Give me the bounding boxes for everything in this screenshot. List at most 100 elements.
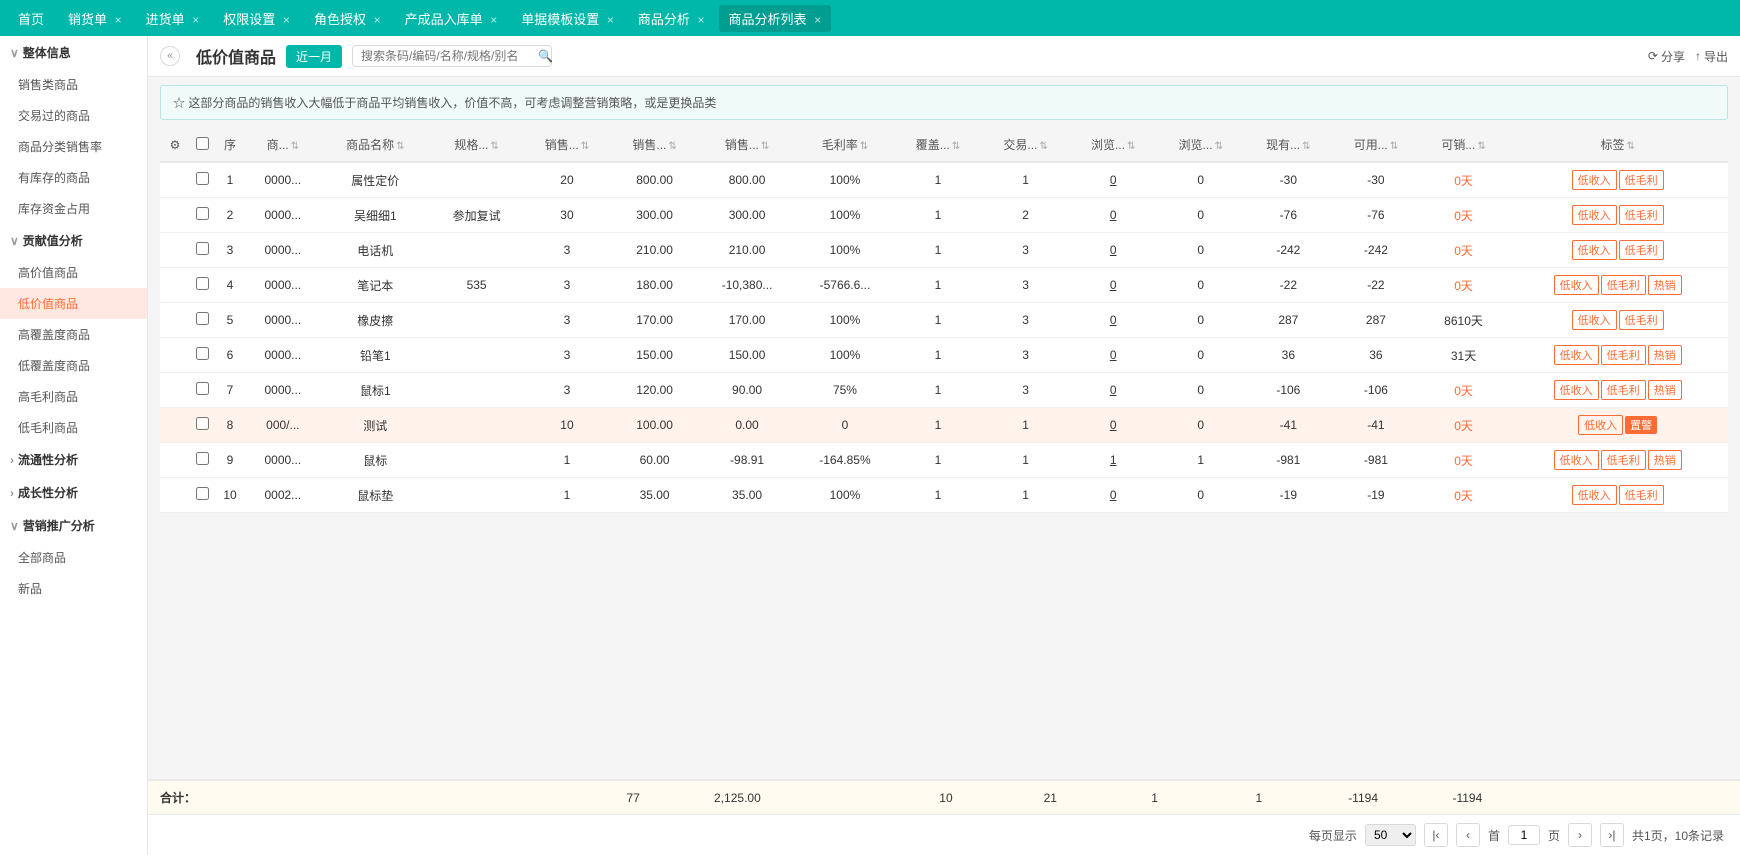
sidebar-item-low-margin[interactable]: 低毛利商品 xyxy=(0,412,147,443)
sidebar-item-new-goods[interactable]: 新品 xyxy=(0,573,147,604)
td-browse1[interactable]: 0 xyxy=(1069,303,1157,338)
th-sellable[interactable]: 可销...⇅ xyxy=(1420,128,1508,162)
browse-link[interactable]: 0 xyxy=(1110,488,1117,502)
close-icon[interactable]: × xyxy=(490,13,497,27)
td-checkbox[interactable] xyxy=(190,373,215,408)
search-input[interactable] xyxy=(352,45,552,67)
page-size-select[interactable]: 50 100 xyxy=(1365,824,1416,846)
sidebar-collapse-button[interactable]: « xyxy=(160,46,180,66)
row-checkbox[interactable] xyxy=(196,382,209,395)
th-sale1[interactable]: 销售...⇅ xyxy=(523,128,611,162)
sidebar-item-low-value[interactable]: 低价值商品 xyxy=(0,288,147,319)
td-checkbox[interactable] xyxy=(190,408,215,443)
close-icon[interactable]: × xyxy=(697,13,704,27)
sidebar-group-flow[interactable]: › 流通性分析 xyxy=(0,443,147,476)
browse-link[interactable]: 0 xyxy=(1110,243,1117,257)
row-checkbox[interactable] xyxy=(196,347,209,360)
sidebar-item-high-value[interactable]: 高价值商品 xyxy=(0,257,147,288)
page-number-input[interactable] xyxy=(1508,825,1540,845)
sidebar-item-high-margin[interactable]: 高毛利商品 xyxy=(0,381,147,412)
sidebar-group-contribution[interactable]: ∨ 贡献值分析 xyxy=(0,224,147,257)
th-current[interactable]: 现有...⇅ xyxy=(1245,128,1333,162)
td-browse1[interactable]: 0 xyxy=(1069,408,1157,443)
nav-product-analysis-list[interactable]: 商品分析列表 × xyxy=(719,5,832,32)
date-filter-button[interactable]: 近一月 xyxy=(286,45,342,68)
row-checkbox[interactable] xyxy=(196,207,209,220)
close-icon[interactable]: × xyxy=(115,13,122,27)
row-checkbox[interactable] xyxy=(196,452,209,465)
sidebar-group-growth[interactable]: › 成长性分析 xyxy=(0,476,147,509)
td-browse1[interactable]: 0 xyxy=(1069,162,1157,198)
td-checkbox[interactable] xyxy=(190,268,215,303)
th-settings[interactable]: ⚙ xyxy=(160,128,190,162)
sidebar-item-category-sales-rate[interactable]: 商品分类销售率 xyxy=(0,131,147,162)
td-browse1[interactable]: 1 xyxy=(1069,443,1157,478)
th-sale2[interactable]: 销售...⇅ xyxy=(611,128,699,162)
th-sale3[interactable]: 销售...⇅ xyxy=(698,128,795,162)
nav-template[interactable]: 单据模板设置 × xyxy=(511,5,624,32)
td-checkbox[interactable] xyxy=(190,478,215,513)
sidebar-item-low-coverage[interactable]: 低覆盖度商品 xyxy=(0,350,147,381)
nav-purchase[interactable]: 进货单 × xyxy=(136,5,210,32)
nav-product-storage[interactable]: 产成品入库单 × xyxy=(395,5,508,32)
row-checkbox[interactable] xyxy=(196,172,209,185)
browse-link[interactable]: 0 xyxy=(1110,418,1117,432)
sidebar-group-marketing[interactable]: ∨ 营销推广分析 xyxy=(0,509,147,542)
close-icon[interactable]: × xyxy=(192,13,199,27)
th-spec[interactable]: 规格...⇅ xyxy=(430,128,523,162)
th-browse1[interactable]: 浏览...⇅ xyxy=(1069,128,1157,162)
row-checkbox[interactable] xyxy=(196,487,209,500)
select-all-checkbox[interactable] xyxy=(196,137,209,150)
prev-page-button[interactable]: ‹ xyxy=(1456,823,1480,847)
row-checkbox[interactable] xyxy=(196,312,209,325)
td-browse1[interactable]: 0 xyxy=(1069,198,1157,233)
th-code[interactable]: 商...⇅ xyxy=(245,128,321,162)
search-icon[interactable]: 🔍 xyxy=(538,49,553,63)
close-icon[interactable]: × xyxy=(814,13,821,27)
nav-home[interactable]: 首页 xyxy=(8,5,54,32)
table-area[interactable]: ⚙ 序 商...⇅ 商品名称⇅ 规格...⇅ 销售...⇅ 销售...⇅ 销售.… xyxy=(148,128,1740,779)
nav-permission[interactable]: 权限设置 × xyxy=(213,5,300,32)
sidebar-group-overall[interactable]: ∨ 整体信息 xyxy=(0,36,147,69)
export-button[interactable]: ↑ 导出 xyxy=(1695,48,1728,65)
browse-link[interactable]: 1 xyxy=(1110,453,1117,467)
th-avail[interactable]: 可用...⇅ xyxy=(1332,128,1420,162)
td-browse1[interactable]: 0 xyxy=(1069,268,1157,303)
share-button[interactable]: ⟳ 分享 xyxy=(1648,48,1685,65)
td-checkbox[interactable] xyxy=(190,338,215,373)
th-name[interactable]: 商品名称⇅ xyxy=(321,128,430,162)
next-page-button[interactable]: › xyxy=(1568,823,1592,847)
td-checkbox[interactable] xyxy=(190,198,215,233)
sidebar-item-all-goods[interactable]: 全部商品 xyxy=(0,542,147,573)
row-checkbox[interactable] xyxy=(196,417,209,430)
nav-role[interactable]: 角色授权 × xyxy=(304,5,391,32)
sidebar-item-high-coverage[interactable]: 高覆盖度商品 xyxy=(0,319,147,350)
nav-product-analysis[interactable]: 商品分析 × xyxy=(628,5,715,32)
row-checkbox[interactable] xyxy=(196,242,209,255)
th-browse2[interactable]: 浏览...⇅ xyxy=(1157,128,1245,162)
close-icon[interactable]: × xyxy=(607,13,614,27)
th-tags[interactable]: 标签⇅ xyxy=(1507,128,1728,162)
browse-link[interactable]: 0 xyxy=(1110,383,1117,397)
sidebar-item-sales-goods[interactable]: 销售类商品 xyxy=(0,69,147,100)
close-icon[interactable]: × xyxy=(283,13,290,27)
sidebar-item-stock-goods[interactable]: 有库存的商品 xyxy=(0,162,147,193)
td-browse1[interactable]: 0 xyxy=(1069,373,1157,408)
browse-link[interactable]: 0 xyxy=(1110,348,1117,362)
th-gross[interactable]: 毛利率⇅ xyxy=(796,128,894,162)
th-checkbox[interactable] xyxy=(190,128,215,162)
row-checkbox[interactable] xyxy=(196,277,209,290)
td-checkbox[interactable] xyxy=(190,303,215,338)
td-browse1[interactable]: 0 xyxy=(1069,338,1157,373)
th-trans[interactable]: 交易...⇅ xyxy=(982,128,1070,162)
td-checkbox[interactable] xyxy=(190,233,215,268)
browse-link[interactable]: 0 xyxy=(1110,173,1117,187)
th-cover[interactable]: 覆盖...⇅ xyxy=(894,128,982,162)
td-browse1[interactable]: 0 xyxy=(1069,478,1157,513)
sidebar-item-stock-capital[interactable]: 库存资金占用 xyxy=(0,193,147,224)
last-page-button[interactable]: ›| xyxy=(1600,823,1624,847)
td-checkbox[interactable] xyxy=(190,162,215,198)
close-icon[interactable]: × xyxy=(374,13,381,27)
sidebar-item-traded-goods[interactable]: 交易过的商品 xyxy=(0,100,147,131)
nav-sales[interactable]: 销货单 × xyxy=(58,5,132,32)
